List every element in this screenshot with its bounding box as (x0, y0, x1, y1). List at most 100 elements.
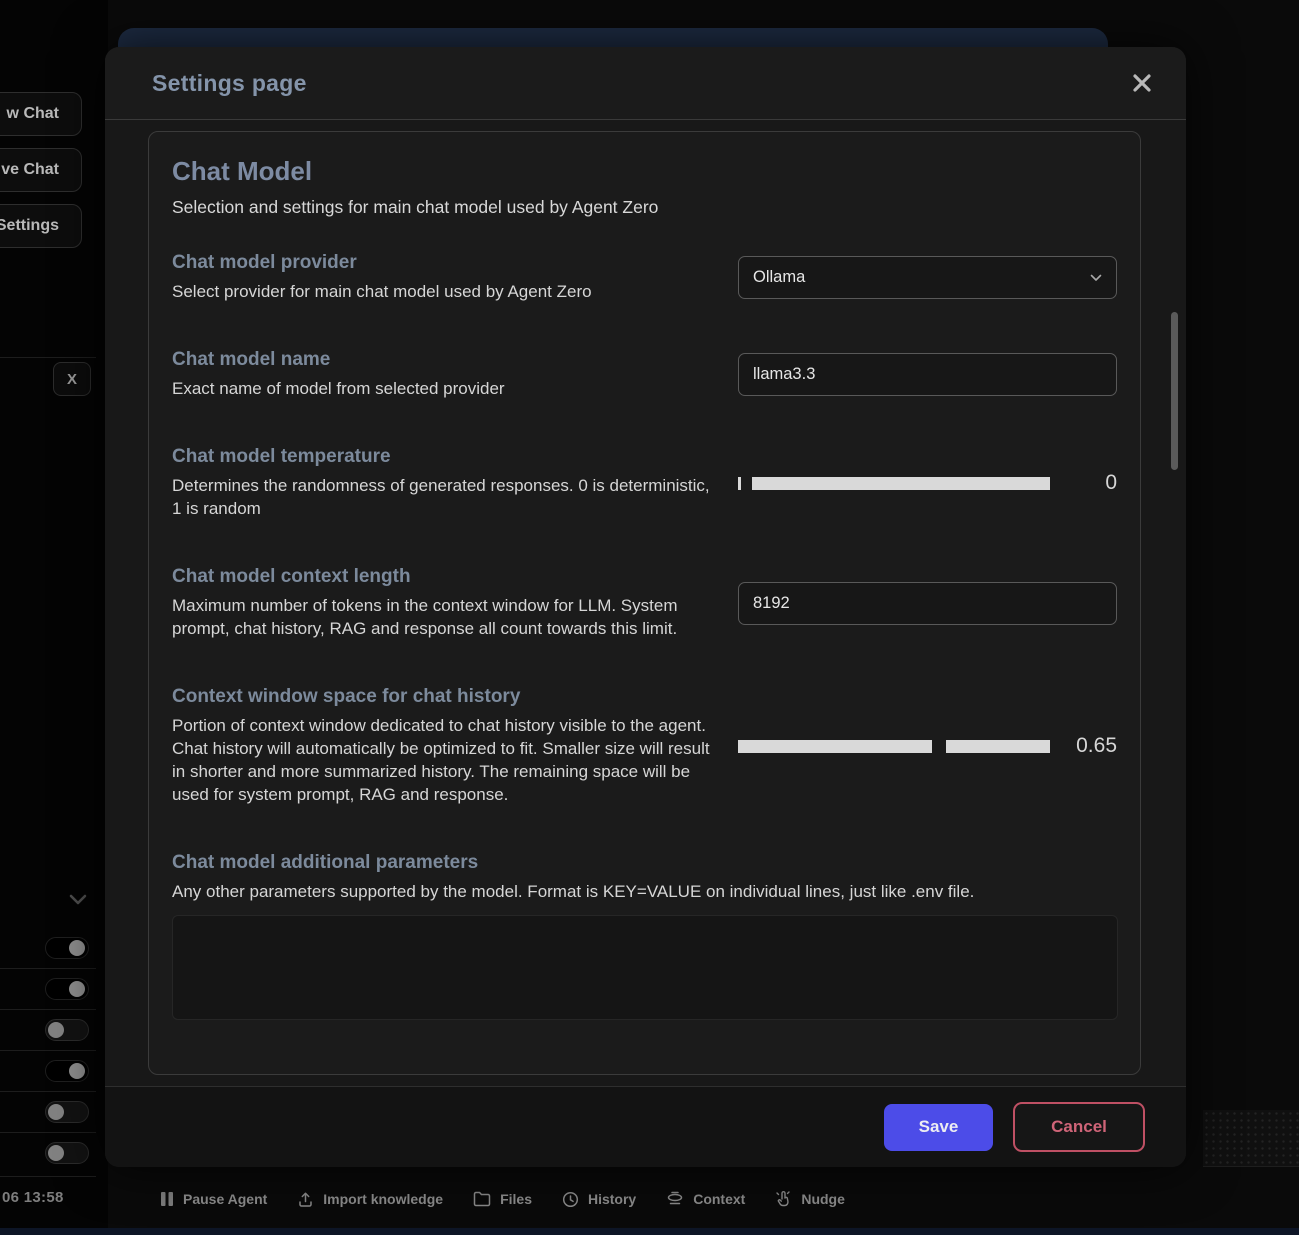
context-length-input[interactable] (738, 581, 1117, 625)
field-info: Chat model provider Select provider for … (172, 252, 738, 303)
slider-wrap: 0.65 (738, 734, 1117, 758)
toggle-row (0, 1091, 90, 1132)
sidebar-settings-button[interactable]: Settings (0, 204, 82, 248)
field-description: Exact name of model from selected provid… (172, 379, 505, 398)
history-button[interactable]: History (562, 1191, 636, 1208)
field-label: Context window space for chat history (172, 686, 521, 707)
modal-body: Chat Model Selection and settings for ma… (105, 120, 1186, 1086)
sidebar-save-chat-button[interactable]: ve Chat (0, 148, 82, 192)
field-label: Chat model temperature (172, 446, 391, 467)
toggle-knob (48, 1022, 64, 1038)
divider (0, 357, 96, 358)
pause-agent-button[interactable]: Pause Agent (160, 1191, 267, 1207)
files-button[interactable]: Files (473, 1191, 532, 1207)
toggle-switch[interactable] (45, 1060, 89, 1082)
field-label: Chat model additional parameters (172, 852, 479, 873)
pause-icon (160, 1191, 174, 1207)
cancel-button[interactable]: Cancel (1013, 1102, 1145, 1152)
field-label: Chat model provider (172, 252, 357, 273)
select-value: Ollama (753, 268, 806, 286)
toggle-knob (48, 1104, 64, 1120)
slider-thumb[interactable] (932, 740, 946, 753)
slider-value: 0.65 (1076, 734, 1117, 757)
field-label: Chat model context length (172, 566, 411, 587)
toggle-row (0, 1050, 90, 1091)
chat-model-section: Chat Model Selection and settings for ma… (148, 131, 1141, 1075)
temperature-slider[interactable] (738, 476, 1050, 490)
additional-params-textarea[interactable] (172, 915, 1118, 1020)
field-control: 0 (738, 471, 1117, 495)
upload-icon (297, 1191, 314, 1208)
import-knowledge-button[interactable]: Import knowledge (297, 1191, 443, 1208)
toggle-switch[interactable] (45, 1142, 89, 1164)
bottom-accent-strip (0, 1228, 1299, 1235)
slider-wrap: 0 (738, 471, 1117, 495)
field-label: Chat model name (172, 349, 331, 370)
field-info: Chat model temperature Determines the ra… (172, 446, 738, 520)
stack-icon (666, 1191, 684, 1207)
close-icon[interactable] (1131, 72, 1153, 94)
field-row-additional-params: Chat model additional parameters Any oth… (172, 852, 1118, 1025)
sidebar-close-button[interactable]: X (53, 362, 91, 396)
field-description: Maximum number of tokens in the context … (172, 596, 678, 638)
toggle-switch[interactable] (45, 978, 89, 1000)
field-control: Ollama (738, 256, 1117, 299)
chat-model-name-input[interactable] (738, 353, 1117, 396)
field-info: Context window space for chat history Po… (172, 686, 738, 806)
history-space-slider[interactable] (738, 739, 1050, 753)
save-button[interactable]: Save (884, 1103, 993, 1151)
field-row-provider: Chat model provider Select provider for … (172, 252, 1117, 303)
slider-thumb[interactable] (738, 476, 752, 490)
settings-modal: Settings page Chat Model Selection and s… (105, 47, 1186, 1167)
chevron-down-icon (1090, 274, 1102, 281)
sidebar: w Chat ve Chat Settings X 06 13:58 (0, 0, 108, 1228)
close-label: X (66, 370, 77, 388)
modal-scrollbar-thumb[interactable] (1171, 312, 1178, 470)
field-control (738, 581, 1117, 625)
toggle-row (0, 1132, 90, 1173)
chevron-down-icon[interactable] (64, 891, 92, 914)
toolbar-label: Context (693, 1191, 746, 1207)
nudge-button[interactable]: Nudge (775, 1190, 845, 1208)
toggle-knob (69, 1063, 85, 1079)
slider-track (945, 739, 1050, 753)
divider (0, 1176, 96, 1177)
bottom-toolbar: Pause Agent Import knowledge Files Histo… (160, 1186, 845, 1212)
slider-fill (738, 739, 932, 753)
field-info: Chat model context length Maximum number… (172, 566, 738, 640)
toolbar-label: Pause Agent (183, 1191, 268, 1207)
field-row-history-space: Context window space for chat history Po… (172, 686, 1117, 806)
field-row-temperature: Chat model temperature Determines the ra… (172, 446, 1117, 520)
field-description: Any other parameters supported by the mo… (172, 882, 975, 901)
toggle-row (0, 927, 90, 968)
toggle-switch[interactable] (45, 1101, 89, 1123)
field-info: Chat model name Exact name of model from… (172, 349, 738, 400)
toggle-switch[interactable] (45, 1019, 89, 1041)
field-control (738, 353, 1117, 396)
field-description: Portion of context window dedicated to c… (172, 716, 710, 804)
toolbar-label: Files (500, 1191, 532, 1207)
sidebar-button-label: Settings (0, 217, 59, 234)
modal-footer: Save Cancel (105, 1086, 1186, 1167)
sidebar-button-label: w Chat (6, 105, 59, 122)
clock-icon (562, 1191, 579, 1208)
sidebar-new-chat-button[interactable]: w Chat (0, 92, 82, 136)
toggle-row (0, 968, 90, 1009)
field-description: Determines the randomness of generated r… (172, 476, 710, 518)
toggle-row (0, 1009, 90, 1050)
field-control: 0.65 (738, 734, 1117, 758)
field-row-context-length: Chat model context length Maximum number… (172, 566, 1117, 640)
folder-icon (473, 1191, 491, 1207)
modal-header: Settings page (105, 47, 1186, 120)
toolbar-label: Import knowledge (323, 1191, 444, 1207)
modal-title: Settings page (152, 69, 307, 96)
clock-time: 06 13:58 (2, 1189, 64, 1206)
chat-model-provider-select[interactable]: Ollama (738, 256, 1117, 299)
toggle-knob (48, 1145, 64, 1161)
toolbar-label: History (587, 1191, 637, 1207)
slider-value: 0 (1105, 471, 1117, 494)
toggle-knob (69, 981, 85, 997)
context-button[interactable]: Context (666, 1191, 745, 1207)
background-texture-panel (1203, 1110, 1299, 1167)
toggle-switch[interactable] (45, 937, 89, 959)
